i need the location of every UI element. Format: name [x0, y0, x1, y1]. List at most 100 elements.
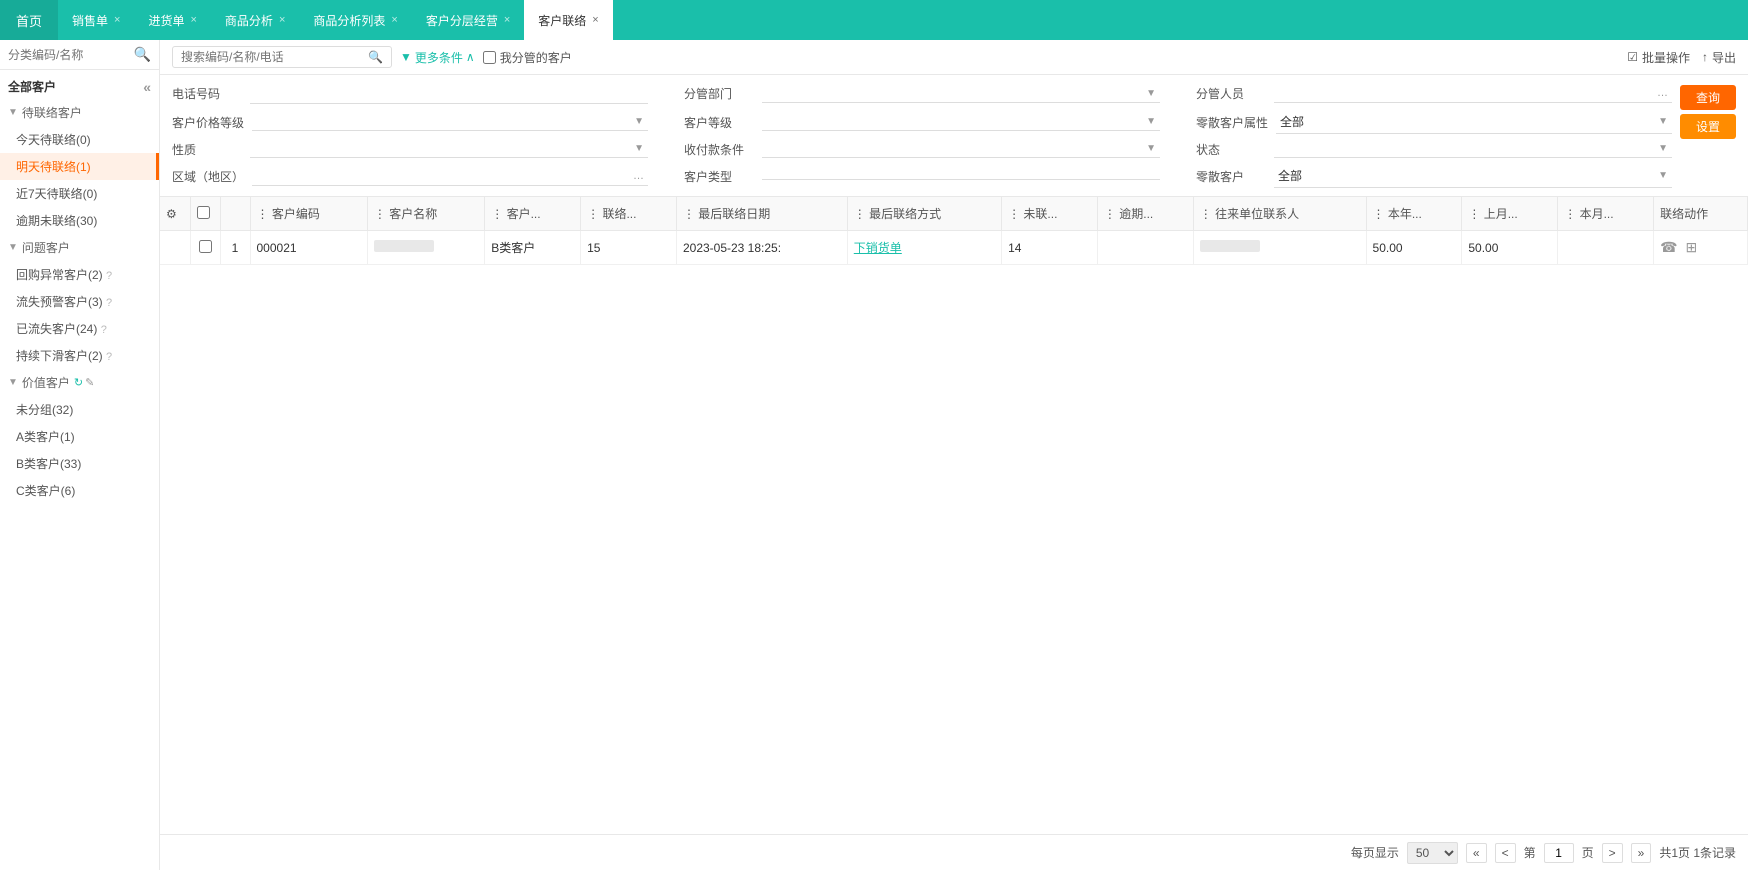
more-icon-2[interactable]: …: [633, 170, 644, 182]
close-purchase-order[interactable]: ×: [190, 14, 196, 26]
sidebar-search-container: 🔍: [0, 40, 159, 70]
filter-buttons: 查询 设置: [1680, 83, 1736, 188]
sidebar-item-today[interactable]: 今天待联络(0): [0, 126, 159, 153]
filter-row-2: 客户价格等级 ▼ 客户等级 ▼: [172, 110, 1672, 134]
filter-dept: 分管部门 ▼: [684, 85, 1160, 103]
td-this-year: 50.00: [1366, 231, 1462, 265]
filter-person: 分管人员 …: [1196, 84, 1672, 103]
close-customer-contact[interactable]: ×: [592, 14, 598, 26]
row-checkbox[interactable]: [199, 240, 212, 253]
nav-customer-layered[interactable]: 客户分层经营 ×: [412, 0, 524, 40]
filter-nature-select[interactable]: ▼: [250, 140, 648, 158]
sidebar-item-class-b[interactable]: B类客户(33): [0, 450, 159, 477]
reset-button[interactable]: 设置: [1680, 114, 1736, 139]
settings-icon[interactable]: ⚙: [166, 207, 177, 221]
filter-customer-type-select[interactable]: [762, 173, 1160, 180]
all-customers-header[interactable]: 全部客户 «: [0, 70, 159, 99]
search-input[interactable]: [181, 50, 368, 64]
query-button[interactable]: 查询: [1680, 85, 1736, 110]
filter-customer-type-label: 客户类型: [684, 168, 754, 185]
chevron-down-icon-5: ▼: [634, 143, 644, 154]
sidebar-item-tomorrow[interactable]: 明天待联络(1): [0, 153, 159, 180]
sidebar-item-overdue[interactable]: 逾期未联络(30): [0, 207, 159, 234]
filter-row-3: 性质 ▼ 收付款条件 ▼: [172, 140, 1672, 158]
filter-retail-attr-select[interactable]: 全部 ▼: [1276, 110, 1672, 134]
batch-operation-btn[interactable]: ☑ 批量操作: [1627, 49, 1690, 66]
nav-customer-contact[interactable]: 客户联络 ×: [524, 0, 612, 40]
export-btn[interactable]: ↑ 导出: [1702, 49, 1736, 66]
sidebar-item-unclassified[interactable]: 未分组(32): [0, 396, 159, 423]
filter-payment-select[interactable]: ▼: [762, 140, 1160, 158]
close-product-analysis[interactable]: ×: [279, 14, 285, 26]
nav-prev-btn[interactable]: <: [1495, 843, 1516, 863]
search-box: 🔍: [172, 46, 392, 68]
th-last-contact-date: ⋮ 最后联络日期: [676, 197, 847, 231]
group-value-customers[interactable]: ▼ 价值客户 ↻ ✎: [0, 369, 159, 396]
group-problem-customers[interactable]: ▼ 问题客户: [0, 234, 159, 261]
filter-price-level-select[interactable]: ▼: [252, 113, 648, 131]
sidebar-item-declining[interactable]: 持续下滑客户(2) ?: [0, 342, 159, 369]
th-contact-count: ⋮ 联络...: [581, 197, 677, 231]
sidebar-item-class-a[interactable]: A类客户(1): [0, 423, 159, 450]
td-actions: ☎ ⊞: [1654, 231, 1748, 265]
collapse-icon[interactable]: «: [143, 79, 151, 95]
triangle-icon: ▼: [8, 107, 18, 118]
filter-retail-customer-select[interactable]: 全部 ▼: [1274, 164, 1672, 188]
filter-region-select[interactable]: …: [252, 167, 648, 186]
close-sales-order[interactable]: ×: [114, 14, 120, 26]
sidebar-search-icon[interactable]: 🔍: [134, 46, 151, 63]
th-customer-type-col: ⋮ 客户...: [485, 197, 581, 231]
filter-phone-label: 电话号码: [172, 85, 242, 102]
sidebar-item-lost[interactable]: 已流失客户(24) ?: [0, 315, 159, 342]
search-icon[interactable]: 🔍: [368, 50, 383, 64]
nav-first-btn[interactable]: «: [1466, 843, 1487, 863]
nav-purchase-order[interactable]: 进货单 ×: [134, 0, 210, 40]
edit-value-icon[interactable]: ✎: [85, 376, 94, 389]
nav-product-analysis-list[interactable]: 商品分析列表 ×: [299, 0, 411, 40]
nav-product-analysis[interactable]: 商品分析 ×: [211, 0, 299, 40]
table-area: ⚙ ⋮ 客户编码 ⋮ 客户名称 ⋮ 客户... ⋮ 联络... ⋮ 最后联络日期…: [160, 197, 1748, 834]
filter-person-select[interactable]: …: [1274, 84, 1672, 103]
filter-price-level-label: 客户价格等级: [172, 114, 244, 131]
nav-next-btn[interactable]: >: [1602, 843, 1623, 863]
refresh-value-icon[interactable]: ↻: [74, 376, 83, 389]
more-conditions-btn[interactable]: ▼ 更多条件 ∧: [400, 49, 475, 66]
action-icon-2[interactable]: ⊞: [1686, 239, 1698, 256]
sidebar-search-input[interactable]: [8, 48, 134, 62]
filter-icon: ▼: [400, 50, 412, 64]
close-customer-layered[interactable]: ×: [504, 14, 510, 26]
my-customers-checkbox[interactable]: [483, 51, 496, 64]
contact-method-link[interactable]: 下销货单: [854, 241, 902, 255]
td-customer-name: [367, 231, 484, 265]
sidebar-item-7days[interactable]: 近7天待联络(0): [0, 180, 159, 207]
group-pending-contact[interactable]: ▼ 待联络客户: [0, 99, 159, 126]
sidebar-item-repurchase-abnormal[interactable]: 回购异常客户(2) ?: [0, 261, 159, 288]
my-customers-filter[interactable]: 我分管的客户: [483, 49, 572, 66]
content-area: 🔍 ▼ 更多条件 ∧ 我分管的客户 ☑ 批量操作 ↑ 导出: [160, 40, 1748, 870]
page-suffix: 页: [1582, 844, 1594, 861]
td-customer-type: B类客户: [485, 231, 581, 265]
td-last-month: 50.00: [1462, 231, 1558, 265]
close-product-analysis-list[interactable]: ×: [391, 14, 397, 26]
filter-person-label: 分管人员: [1196, 85, 1266, 102]
th-this-year: ⋮ 本年...: [1366, 197, 1462, 231]
filter-phone-input[interactable]: [250, 83, 648, 104]
filter-nature: 性质 ▼: [172, 140, 648, 158]
select-all-checkbox[interactable]: [197, 206, 210, 219]
page-number-input[interactable]: [1544, 843, 1574, 863]
filter-status-select[interactable]: ▼: [1274, 140, 1672, 158]
per-page-select[interactable]: 50 100 200: [1407, 842, 1458, 864]
td-not-contacted: 14: [1002, 231, 1098, 265]
filter-dept-select[interactable]: ▼: [762, 85, 1160, 103]
nav-home[interactable]: 首页: [0, 0, 58, 40]
advanced-filter: 电话号码 分管部门 ▼ 分管人员: [160, 75, 1748, 197]
filter-customer-level-select[interactable]: ▼: [762, 113, 1160, 131]
filter-row-1: 电话号码 分管部门 ▼ 分管人员: [172, 83, 1672, 104]
sidebar-item-loss-warning[interactable]: 流失预警客户(3) ?: [0, 288, 159, 315]
customer-table: ⚙ ⋮ 客户编码 ⋮ 客户名称 ⋮ 客户... ⋮ 联络... ⋮ 最后联络日期…: [160, 197, 1748, 265]
nav-last-btn[interactable]: »: [1631, 843, 1652, 863]
nav-sales-order[interactable]: 销售单 ×: [58, 0, 134, 40]
more-icon[interactable]: …: [1657, 87, 1668, 99]
action-icon-1[interactable]: ☎: [1660, 239, 1677, 256]
sidebar-item-class-c[interactable]: C类客户(6): [0, 477, 159, 504]
